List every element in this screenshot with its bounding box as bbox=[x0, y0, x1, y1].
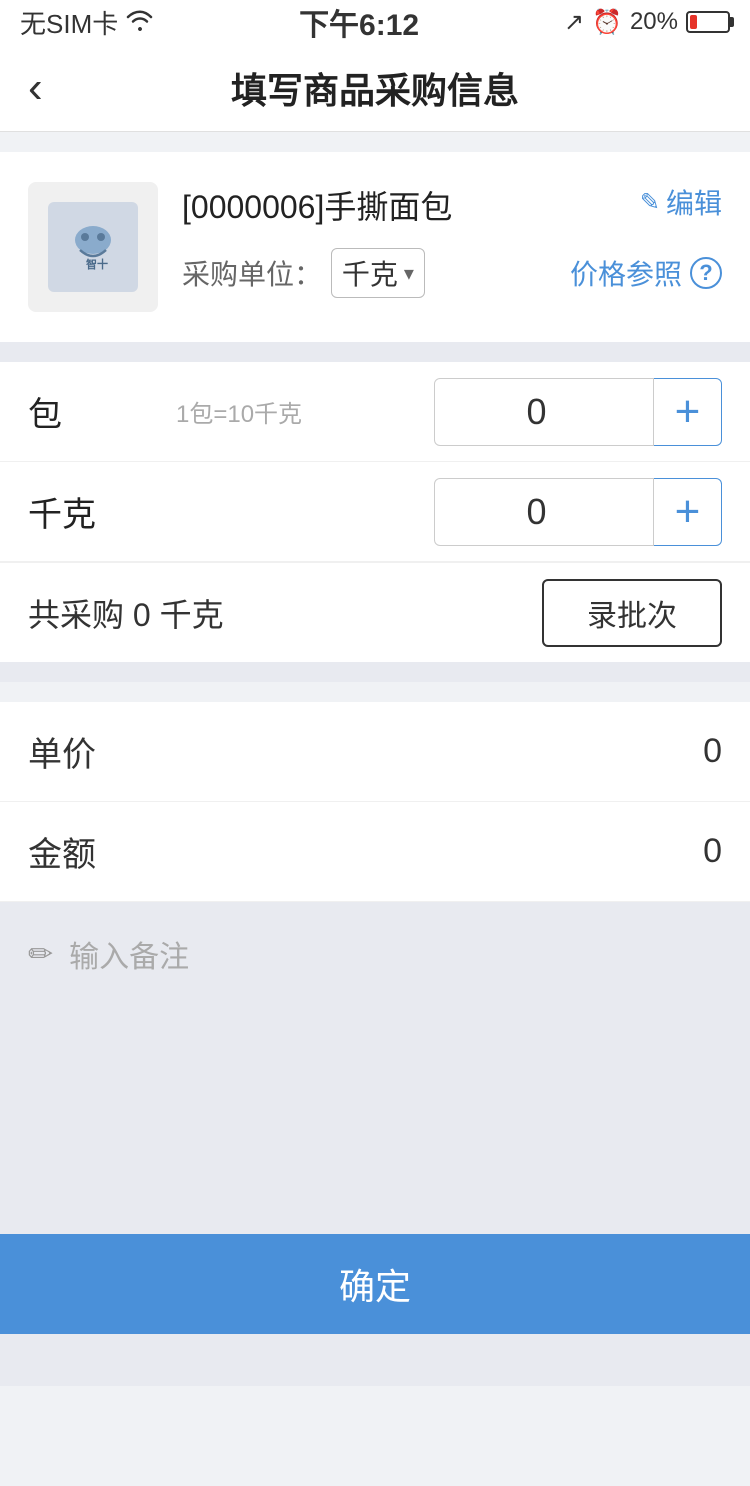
amount-label: 金额 bbox=[28, 827, 703, 876]
carrier-text: 无SIM卡 bbox=[20, 4, 118, 41]
bao-sublabel: 1包=10千克 bbox=[176, 394, 302, 429]
edit-button[interactable]: ✎ 编辑 bbox=[640, 182, 722, 222]
bao-plus-button[interactable]: + bbox=[654, 378, 722, 446]
page-title: 填写商品采购信息 bbox=[231, 62, 519, 114]
wifi-icon bbox=[126, 7, 154, 38]
product-unit-row: 采购单位： 千克 ▾ 价格参照 ? bbox=[182, 248, 722, 298]
location-icon: ↗ bbox=[564, 8, 584, 37]
unit-selector[interactable]: 千克 ▾ bbox=[331, 248, 425, 298]
battery bbox=[686, 11, 730, 33]
bao-input[interactable] bbox=[434, 378, 654, 446]
bao-label: 包 bbox=[28, 387, 168, 436]
amount-row: 金额 0 bbox=[0, 802, 750, 902]
unit-dropdown-arrow: ▾ bbox=[404, 261, 414, 286]
nav-bar: ‹ 填写商品采购信息 bbox=[0, 44, 750, 132]
price-reference-button[interactable]: 价格参照 ? bbox=[570, 253, 722, 293]
unit-value: 千克 bbox=[342, 253, 398, 293]
bao-input-group: + bbox=[434, 378, 722, 446]
battery-percent: 20% bbox=[630, 8, 678, 36]
status-time: 下午6:12 bbox=[299, 0, 419, 44]
input-section: 包 1包=10千克 + 千克 + 共采购 0 千克 录批次 bbox=[0, 362, 750, 662]
section-divider-2 bbox=[0, 662, 750, 682]
status-bar: 无SIM卡 下午6:12 ↗ ⏰ 20% bbox=[0, 0, 750, 44]
product-header: [0000006]手撕面包 ✎ 编辑 bbox=[182, 182, 722, 228]
section-divider-1 bbox=[0, 342, 750, 362]
help-icon: ? bbox=[690, 257, 722, 289]
status-left: 无SIM卡 bbox=[20, 4, 154, 41]
status-right: ↗ ⏰ 20% bbox=[564, 8, 730, 37]
record-batch-button[interactable]: 录批次 bbox=[542, 579, 722, 647]
edit-label: 编辑 bbox=[666, 182, 722, 222]
back-button[interactable]: ‹ bbox=[28, 66, 43, 110]
kg-label: 千克 bbox=[28, 487, 168, 536]
product-image: 智十 bbox=[28, 182, 158, 312]
kg-plus-button[interactable]: + bbox=[654, 478, 722, 546]
product-card: 智十 [0000006]手撕面包 ✎ 编辑 采购单位： 千克 ▾ bbox=[0, 152, 750, 342]
unit-price-label: 单价 bbox=[28, 727, 703, 776]
svg-text:智十: 智十 bbox=[86, 257, 108, 271]
edit-icon: ✎ bbox=[640, 188, 660, 217]
amount-value: 0 bbox=[703, 832, 722, 871]
total-row: 共采购 0 千克 录批次 bbox=[0, 562, 750, 662]
product-info: [0000006]手撕面包 ✎ 编辑 采购单位： 千克 ▾ 价格参照 bbox=[182, 182, 722, 298]
unit-price-row: 单价 0 bbox=[0, 702, 750, 802]
alarm-icon: ⏰ bbox=[592, 8, 622, 37]
unit-label-group: 采购单位： 千克 ▾ bbox=[182, 248, 425, 298]
unit-price-value: 0 bbox=[703, 732, 722, 771]
note-placeholder: 输入备注 bbox=[69, 932, 189, 976]
bao-input-row: 包 1包=10千克 + bbox=[0, 362, 750, 462]
product-logo: 智十 bbox=[48, 202, 138, 292]
total-label: 共采购 0 千克 bbox=[28, 590, 542, 636]
kg-input-group: + bbox=[434, 478, 722, 546]
kg-input-row: 千克 + bbox=[0, 462, 750, 562]
confirm-label: 确定 bbox=[339, 1258, 411, 1310]
price-ref-label: 价格参照 bbox=[570, 253, 682, 293]
product-name: [0000006]手撕面包 bbox=[182, 182, 640, 228]
price-section: 单价 0 金额 0 bbox=[0, 702, 750, 902]
note-section[interactable]: ✏ 输入备注 bbox=[0, 902, 750, 1006]
kg-input[interactable] bbox=[434, 478, 654, 546]
confirm-button[interactable]: 确定 bbox=[0, 1234, 750, 1334]
note-icon: ✏ bbox=[28, 937, 53, 972]
unit-label: 采购单位： bbox=[182, 259, 322, 290]
